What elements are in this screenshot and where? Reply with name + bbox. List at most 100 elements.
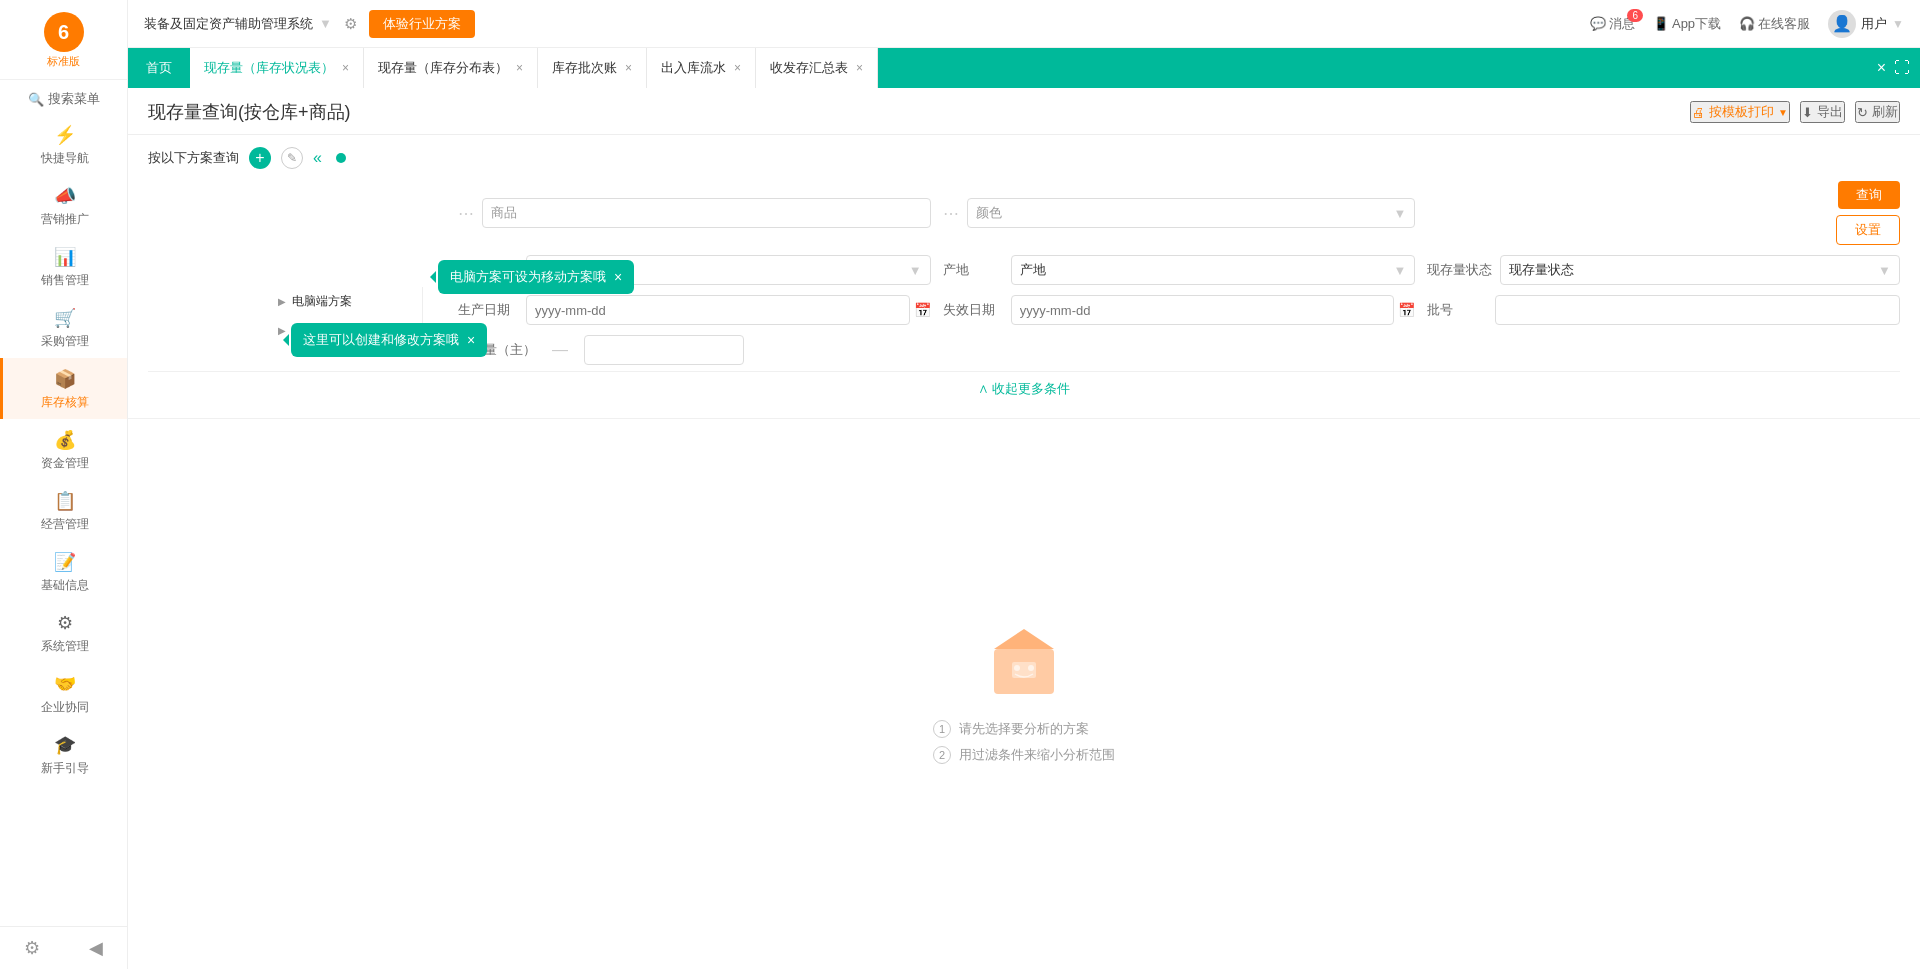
app-download-button[interactable]: 📱 App下载 xyxy=(1653,15,1721,33)
filter-field-produce-date: 生产日期 📅 xyxy=(458,295,931,325)
field-color-select[interactable]: 颜色 ▼ xyxy=(967,198,1416,228)
tip-num-1: 1 xyxy=(933,720,951,738)
tab-inventory-dist[interactable]: 现存量（库存分布表） × xyxy=(364,48,538,88)
origin-label: 产地 xyxy=(943,261,1003,279)
user-chevron-icon: ▼ xyxy=(1892,17,1904,31)
stock-input[interactable] xyxy=(584,335,744,365)
sidebar-item-inventory[interactable]: 📦 库存核算 xyxy=(0,358,127,419)
sidebar-bottom: ⚙ ◀ xyxy=(0,926,127,969)
field-dots-icon2: ⋯ xyxy=(943,204,959,223)
tab-summary[interactable]: 收发存汇总表 × xyxy=(756,48,878,88)
sidebar-item-label: 经营管理 xyxy=(41,516,89,533)
filter-top-row: 按以下方案查询 + ✎ « xyxy=(148,147,1900,169)
scheme-item-pc[interactable]: ▶ 电脑端方案 xyxy=(268,287,422,316)
export-button[interactable]: ⬇ 导出 xyxy=(1800,101,1845,123)
topbar: 装备及固定资产辅助管理系统 ▼ ⚙ 体验行业方案 💬 消息 6 📱 App下载 … xyxy=(128,0,1920,48)
field-goods-select[interactable]: 商品 xyxy=(482,198,931,228)
sidebar-item-quick-nav[interactable]: ⚡ 快捷导航 xyxy=(0,114,127,175)
filter-label: 按以下方案查询 xyxy=(148,149,239,167)
tab-close-icon[interactable]: × xyxy=(342,61,349,75)
origin-field-label: 产地 xyxy=(1020,261,1046,279)
batch-input[interactable] xyxy=(1495,295,1900,325)
field-status-select[interactable]: 现存量状态 ▼ xyxy=(1500,255,1900,285)
sidebar-item-sales[interactable]: 📊 销售管理 xyxy=(0,236,127,297)
produce-date-icon[interactable]: 📅 xyxy=(914,302,931,318)
system-name: 装备及固定资产辅助管理系统 xyxy=(144,15,313,33)
online-service-button[interactable]: 🎧 在线客服 xyxy=(1739,15,1810,33)
sidebar-item-system[interactable]: ⚙ 系统管理 xyxy=(0,602,127,663)
sidebar-item-marketing[interactable]: 📣 营销推广 xyxy=(0,175,127,236)
tooltip-pc-close[interactable]: × xyxy=(614,269,622,285)
template-chevron-icon: ▼ xyxy=(1778,107,1788,118)
sidebar-item-label: 快捷导航 xyxy=(41,150,89,167)
sidebar-item-guide[interactable]: 🎓 新手引导 xyxy=(0,724,127,785)
template-print-button[interactable]: 🖨 按模板打印 ▼ xyxy=(1690,101,1790,123)
filter-back-button[interactable]: « xyxy=(313,149,322,167)
filter-fields-area: ⋯ 商品 ⋯ 颜色 ▼ 查询 设置 xyxy=(458,181,1900,365)
stock-range-separator: — xyxy=(544,341,576,359)
tab-close-icon[interactable]: × xyxy=(856,61,863,75)
filter-area: 按以下方案查询 + ✎ « ▶ 电脑端方案 ▶ 移动端方案 xyxy=(128,135,1920,418)
tooltip-create-close[interactable]: × xyxy=(467,332,475,348)
field-goods-label: 商品 xyxy=(491,204,517,222)
expire-date-group: 📅 xyxy=(1011,295,1416,325)
sidebar-item-purchase[interactable]: 🛒 采购管理 xyxy=(0,297,127,358)
tab-close-icon[interactable]: × xyxy=(516,61,523,75)
origin-chevron-icon: ▼ xyxy=(1393,263,1406,278)
tab-close-all-icon[interactable]: × xyxy=(1877,59,1886,77)
tab-fullscreen-icon[interactable]: ⛶ xyxy=(1894,59,1910,77)
topbar-right: 💬 消息 6 📱 App下载 🎧 在线客服 👤 用户 ▼ xyxy=(1590,10,1904,38)
topbar-gear-icon[interactable]: ⚙ xyxy=(344,15,357,33)
expire-date-icon[interactable]: 📅 xyxy=(1398,302,1415,318)
filter-row-2: 尺码 尺码 ▼ 产地 产地 ▼ 现存量状态 xyxy=(458,255,1900,285)
tab-home[interactable]: 首页 xyxy=(128,48,190,88)
sidebar-item-basic[interactable]: 📝 基础信息 xyxy=(0,541,127,602)
empty-tip-2: 2 用过滤条件来缩小分析范围 xyxy=(933,746,1115,764)
collapse-button[interactable]: ∧ 收起更多条件 xyxy=(148,371,1900,406)
message-button[interactable]: 💬 消息 6 xyxy=(1590,15,1635,33)
filter-add-button[interactable]: + xyxy=(249,147,271,169)
field-color-label: 颜色 xyxy=(976,204,1002,222)
collapse-sidebar-btn[interactable]: ◀ xyxy=(89,937,103,959)
tooltip-create-text: 这里可以创建和修改方案哦 xyxy=(303,331,459,349)
search-menu[interactable]: 🔍 搜索菜单 xyxy=(0,80,127,114)
sidebar-item-operations[interactable]: 📋 经营管理 xyxy=(0,480,127,541)
tab-close-icon[interactable]: × xyxy=(625,61,632,75)
user-menu[interactable]: 👤 用户 ▼ xyxy=(1828,10,1904,38)
scheme-arrow-icon: ▶ xyxy=(278,296,286,307)
message-icon: 💬 xyxy=(1590,16,1606,31)
tab-label: 库存批次账 xyxy=(552,59,617,77)
template-print-label: 按模板打印 xyxy=(1709,103,1774,121)
filter-field-empty2: ⋯ 颜色 ▼ xyxy=(943,198,1416,228)
scheme-indicator xyxy=(332,153,346,163)
filter-edit-button[interactable]: ✎ xyxy=(281,147,303,169)
sidebar-item-enterprise[interactable]: 🤝 企业协同 xyxy=(0,663,127,724)
scheme-pc-label: 电脑端方案 xyxy=(292,293,352,310)
refresh-button[interactable]: ↻ 刷新 xyxy=(1855,101,1900,123)
produce-date-group: 📅 xyxy=(526,295,931,325)
batch-label: 批号 xyxy=(1427,301,1487,319)
status-label: 现存量状态 xyxy=(1427,261,1492,279)
field-origin-select[interactable]: 产地 ▼ xyxy=(1011,255,1416,285)
tab-inout[interactable]: 出入库流水 × xyxy=(647,48,756,88)
set-button[interactable]: 设置 xyxy=(1836,215,1900,245)
settings-btn[interactable]: ⚙ xyxy=(24,937,40,959)
operations-icon: 📋 xyxy=(54,490,76,512)
collapse-icon: ∧ xyxy=(978,381,989,396)
phone-icon: 📱 xyxy=(1653,16,1669,31)
filter-field-stock: 现存量（主） — xyxy=(458,335,934,365)
tip-text-2: 用过滤条件来缩小分析范围 xyxy=(959,746,1115,764)
query-button[interactable]: 查询 xyxy=(1838,181,1900,209)
produce-date-start[interactable] xyxy=(526,295,910,325)
trial-button[interactable]: 体验行业方案 xyxy=(369,10,475,38)
tip-num-2: 2 xyxy=(933,746,951,764)
filter-field-empty1: ⋯ 商品 xyxy=(458,198,931,228)
user-name: 用户 xyxy=(1861,15,1887,33)
expire-date-start[interactable] xyxy=(1011,295,1395,325)
svg-point-4 xyxy=(1028,665,1034,671)
tab-inventory-status[interactable]: 现存量（库存状况表） × xyxy=(190,48,364,88)
tab-close-icon[interactable]: × xyxy=(734,61,741,75)
sidebar-item-finance[interactable]: 💰 资金管理 xyxy=(0,419,127,480)
collapse-label: 收起更多条件 xyxy=(992,381,1070,396)
tab-batch[interactable]: 库存批次账 × xyxy=(538,48,647,88)
